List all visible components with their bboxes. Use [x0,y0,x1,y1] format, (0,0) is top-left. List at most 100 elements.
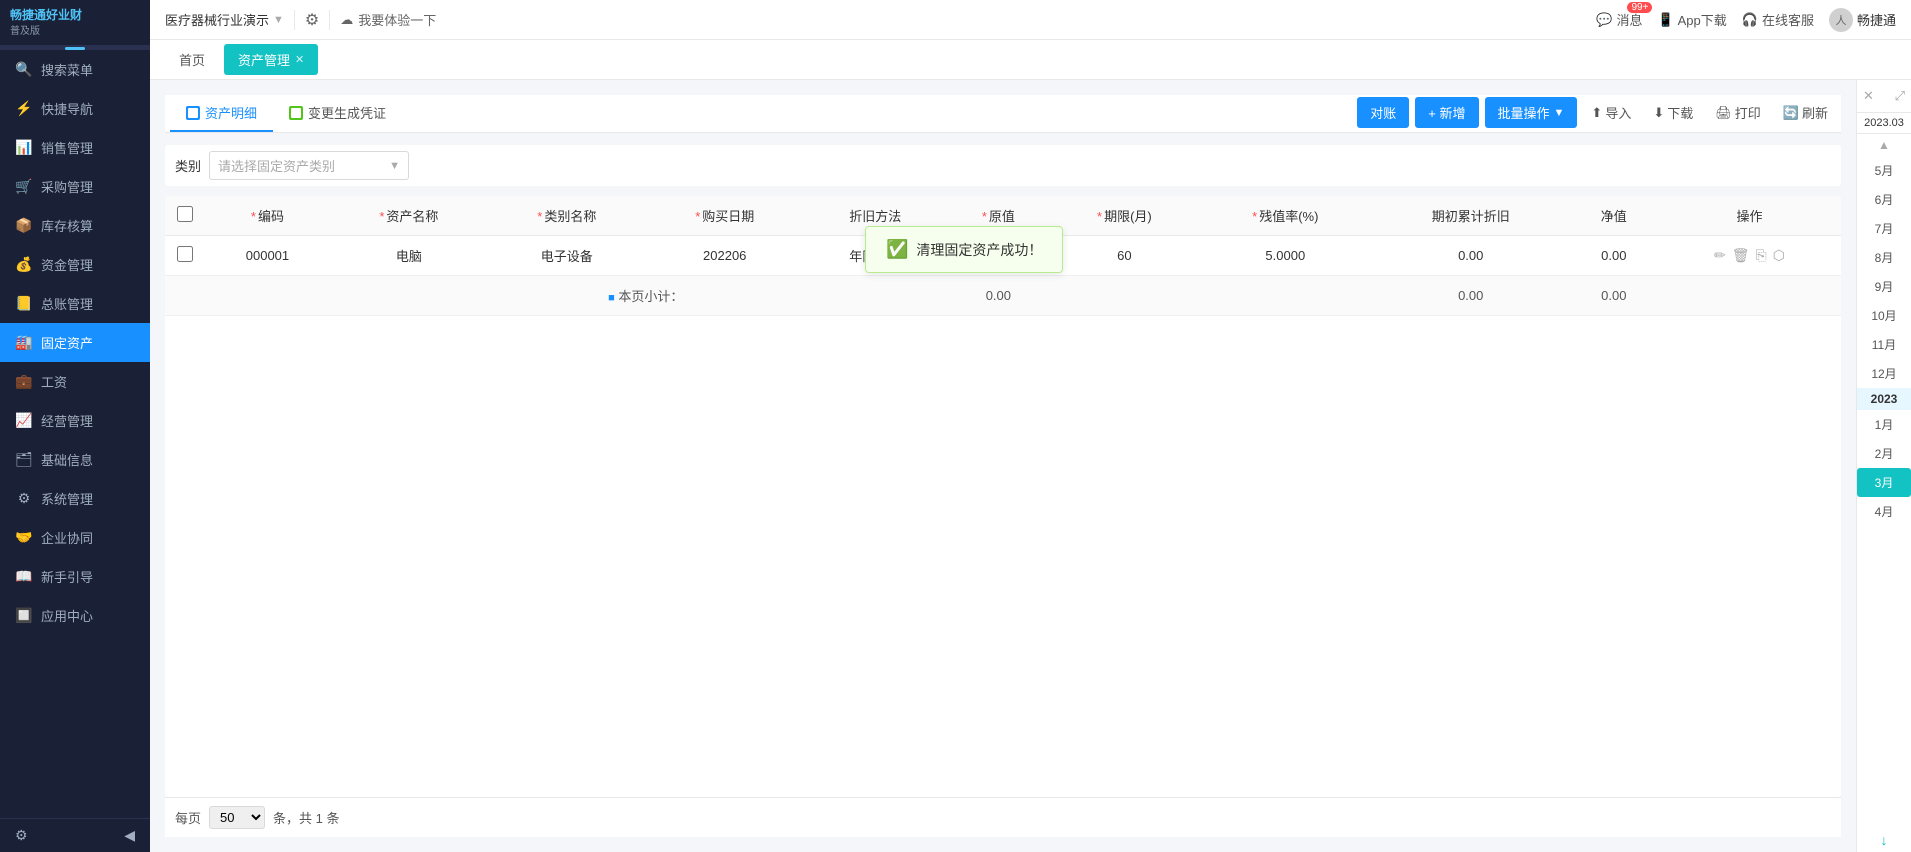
experience-button[interactable]: ☁ 我要体验一下 [340,10,436,29]
sub-tab-asset-detail-label: 资产明细 [205,103,257,122]
sidebar-item-capital[interactable]: 💰 资金管理 [0,245,150,284]
sidebar-item-system[interactable]: ⚙ 系统管理 [0,479,150,518]
download-label: 下载 [1667,103,1693,122]
sidebar-item-label: 工资 [41,372,67,391]
category-filter-label: 类别 [175,156,201,175]
import-icon: ⬆ [1591,105,1602,121]
month-5[interactable]: 5月 [1857,156,1911,185]
month-8[interactable]: 8月 [1857,243,1911,272]
col-period: *期限(月) [1050,196,1199,236]
subtotal-label: 本页小计： [618,289,683,304]
headset-icon: 🎧 [1742,12,1758,28]
sidebar-item-basic-info[interactable]: 🗂 基础信息 [0,440,150,479]
company-selector[interactable]: 医疗器械行业演示 ▼ [165,10,284,29]
refresh-button[interactable]: 🔄 刷新 [1775,98,1836,127]
row-purchase-date: 202206 [646,236,804,276]
username: 畅捷通 [1857,10,1896,29]
app-download-button[interactable]: 📱 App下载 [1657,10,1726,29]
row-net-value: 0.00 [1570,236,1658,276]
sidebar-item-guide[interactable]: 📖 新手引导 [0,557,150,596]
delete-icon[interactable]: 🗑 [1732,247,1750,264]
online-service-button[interactable]: 🎧 在线客服 [1742,10,1814,29]
month-9[interactable]: 9月 [1857,272,1911,301]
month-11[interactable]: 11月 [1857,330,1911,359]
sidebar-item-label: 销售管理 [41,138,93,157]
tab-asset[interactable]: 资产管理 ✕ [224,44,318,75]
user-menu[interactable]: 人 畅捷通 [1829,8,1896,32]
category-select[interactable]: 请选择固定资产类别 ▼ [209,151,409,180]
sub-tab-voucher[interactable]: 变更生成凭证 [273,95,402,132]
content-area: 资产明细 变更生成凭证 对账 + 新增 批量操作 ▼ ⬆ [150,80,1911,852]
subtotal-empty4 [804,276,947,316]
copy-icon[interactable]: ⎘ [1756,247,1767,264]
sidebar-item-purchase[interactable]: 🛒 采购管理 [0,167,150,206]
online-service-label: 在线客服 [1762,10,1814,29]
expand-icon[interactable]: ⤢ [1895,88,1905,104]
system-icon: ⚙ [15,490,33,508]
right-sidebar-months: 5月 6月 7月 8月 9月 10月 11月 12月 2023 1月 2月 3月… [1857,156,1911,828]
month-1[interactable]: 1月 [1857,410,1911,439]
month-2[interactable]: 2月 [1857,439,1911,468]
row-checkbox[interactable] [177,246,193,262]
batch-label: 批量操作 [1498,103,1550,122]
month-10[interactable]: 10月 [1857,301,1911,330]
sidebar-item-ledger[interactable]: 📒 总账管理 [0,284,150,323]
month-6[interactable]: 6月 [1857,185,1911,214]
collapse-sidebar-icon[interactable]: ◀ [124,827,135,844]
edit-icon[interactable]: ✏ [1714,247,1726,264]
sidebar-item-quick-nav[interactable]: ⚡ 快捷导航 [0,89,150,128]
sub-tab-asset-detail[interactable]: 资产明细 [170,95,273,132]
sidebar-item-label: 资金管理 [41,255,93,274]
new-button[interactable]: + 新增 [1415,97,1478,128]
more-icon[interactable]: ⬡ [1773,247,1785,264]
col-net-value: 净值 [1570,196,1658,236]
col-checkbox [165,196,205,236]
total-label: 条，共 1 条 [273,808,339,827]
app-download-label: App下载 [1678,10,1727,29]
sidebar-item-label: 应用中心 [41,606,93,625]
col-operation: 操作 [1658,196,1841,236]
per-page-select[interactable]: 50 100 200 [209,806,265,829]
month-4[interactable]: 4月 [1857,497,1911,526]
message-button[interactable]: 💬 消息 99+ [1596,10,1642,29]
sidebar-item-payroll[interactable]: 💼 工资 [0,362,150,401]
required-mark: * [379,209,384,224]
sidebar-item-sales[interactable]: 📊 销售管理 [0,128,150,167]
reconcile-button[interactable]: 对账 [1357,97,1409,128]
month-12[interactable]: 12月 [1857,359,1911,388]
settings-footer-icon[interactable]: ⚙ [15,827,28,844]
company-name: 医疗器械行业演示 [165,10,269,29]
sidebar-item-app-center[interactable]: 🔲 应用中心 [0,596,150,635]
batch-button[interactable]: 批量操作 ▼ [1485,97,1578,128]
topbar-settings-icon[interactable]: ⚙ [305,10,319,30]
close-right-sidebar-icon[interactable]: ✕ [1863,88,1874,104]
topbar-right: 💬 消息 99+ 📱 App下载 🎧 在线客服 人 畅捷通 [1596,8,1896,32]
download-button[interactable]: ⬇ 下载 [1645,98,1701,127]
row-operations: ✏ 🗑 ⎘ ⬡ [1658,236,1841,276]
import-label: 导入 [1605,103,1631,122]
month-7[interactable]: 7月 [1857,214,1911,243]
toast-message: 清理固定资产成功！ [916,240,1042,260]
month-3-active[interactable]: 3月 [1857,468,1911,497]
import-button[interactable]: ⬆ 导入 [1583,98,1639,127]
print-label: 打印 [1735,103,1761,122]
app-download-icon: 📱 [1657,12,1673,28]
month-scroll-down[interactable]: ↓ [1857,828,1911,852]
row-code: 000001 [205,236,330,276]
tab-asset-label: 资产管理 [238,50,290,69]
print-button[interactable]: 🖨 打印 [1707,98,1769,127]
sidebar-item-search[interactable]: 🔍 搜索菜单 [0,50,150,89]
content-main: 资产明细 变更生成凭证 对账 + 新增 批量操作 ▼ ⬆ [150,80,1856,852]
tab-home-label: 首页 [179,50,205,69]
month-scroll-up[interactable]: ▲ [1857,134,1911,156]
sidebar-item-operations[interactable]: 📈 经营管理 [0,401,150,440]
subtotal-empty1 [165,276,205,316]
tab-close-icon[interactable]: ✕ [295,53,304,66]
download-icon: ⬇ [1653,105,1664,121]
year-2023: 2023 [1857,388,1911,410]
select-all-checkbox[interactable] [177,206,193,222]
tab-home[interactable]: 首页 [165,44,219,75]
sidebar-item-inventory[interactable]: 📦 库存核算 [0,206,150,245]
sidebar-item-enterprise[interactable]: 🤝 企业协同 [0,518,150,557]
sidebar-item-fixed-assets[interactable]: 🏭 固定资产 [0,323,150,362]
